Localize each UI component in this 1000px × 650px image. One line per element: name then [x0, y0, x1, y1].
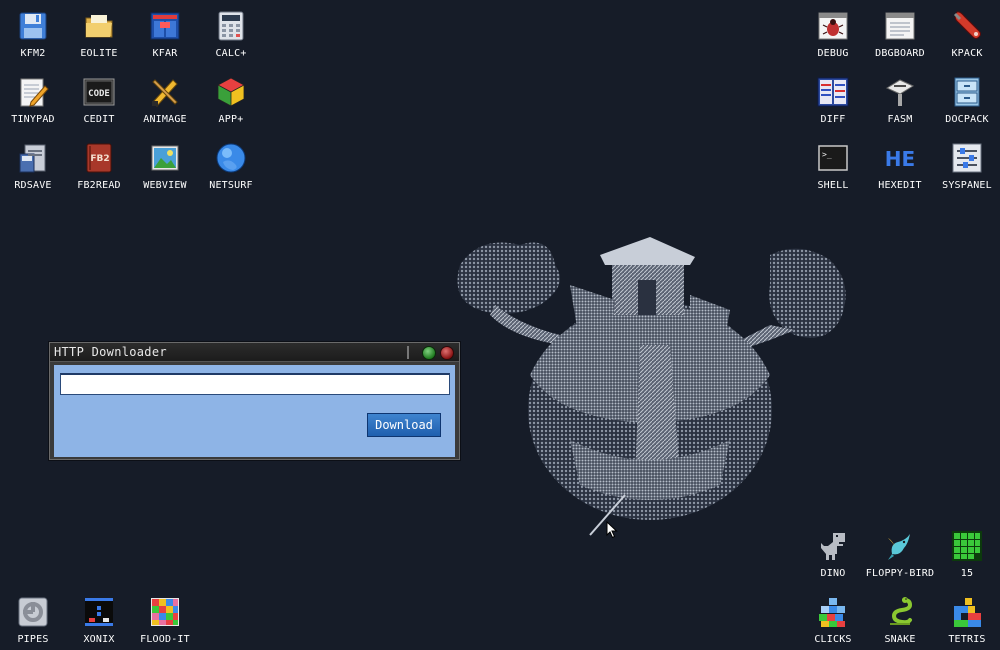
- desktop-icon-15[interactable]: 15: [934, 528, 1000, 590]
- desktop-icon-xonix[interactable]: XONIX: [66, 594, 132, 650]
- paint-tools-icon: [149, 76, 181, 108]
- code-editor-icon: CODE: [83, 76, 115, 108]
- board-window-icon: [884, 10, 916, 42]
- snake-icon: [884, 596, 916, 628]
- desktop-icon-shell[interactable]: >_ SHELL: [800, 140, 866, 202]
- sliders-icon: [951, 142, 983, 174]
- url-input[interactable]: [60, 373, 450, 395]
- green-grid-icon: [951, 530, 983, 562]
- minimize-button[interactable]: [422, 346, 436, 360]
- desktop-icon-syspanel[interactable]: SYSPANEL: [934, 140, 1000, 202]
- book-icon: FB2: [83, 142, 115, 174]
- pipes-icon: [17, 596, 49, 628]
- desktop-icon-animage[interactable]: ANIMAGE: [132, 74, 198, 136]
- folder-icon: [83, 10, 115, 42]
- assembler-icon: [884, 76, 916, 108]
- desktop-icon-dino[interactable]: DINO: [800, 528, 866, 590]
- wrench-icon: [951, 10, 983, 42]
- desktop-icon-kfar[interactable]: KFAR: [132, 8, 198, 70]
- desktop-icon-floppy-bird[interactable]: FLOPPY-BIRD: [866, 528, 934, 590]
- window-titlebar[interactable]: HTTP Downloader: [50, 343, 459, 362]
- desktop-icon-docpack[interactable]: DOCPACK: [934, 74, 1000, 136]
- svg-text:HE: HE: [885, 147, 915, 171]
- desktop-icon-tinypad[interactable]: TINYPAD: [0, 74, 66, 136]
- desktop-icon-tetris[interactable]: TETRIS: [934, 594, 1000, 650]
- desktop-icon-eolite[interactable]: EOLITE: [66, 8, 132, 70]
- desktop-icon-webview[interactable]: WEBVIEW: [132, 140, 198, 202]
- svg-text:FB2: FB2: [90, 154, 109, 164]
- desktop-icon-debug[interactable]: DEBUG: [800, 8, 866, 70]
- desktop-icon-kpack[interactable]: KPACK: [934, 8, 1000, 70]
- xonix-icon: [83, 596, 115, 628]
- tetris-icon: [951, 596, 983, 628]
- desktop-icon-netsurf[interactable]: NETSURF: [198, 140, 264, 202]
- desktop-icon-snake[interactable]: SNAKE: [867, 594, 933, 650]
- desktop-icon-calc[interactable]: CALC+: [198, 8, 264, 70]
- download-button[interactable]: Download: [367, 413, 441, 437]
- desktop-icon-diff[interactable]: DIFF: [800, 74, 866, 136]
- color-blocks-icon: [817, 596, 849, 628]
- desktop-icon-hexedit[interactable]: HE HEXEDIT: [867, 140, 933, 202]
- desktop-icon-clicks[interactable]: CLICKS: [800, 594, 866, 650]
- window-client-area: Download: [54, 365, 455, 457]
- hex-editor-icon: HE: [884, 142, 916, 174]
- web-picture-icon: [149, 142, 181, 174]
- desktop: KFM2 EOLITE KFAR CALC+ TINYPAD CODE CEDI…: [0, 0, 1000, 650]
- window-title: HTTP Downloader: [54, 345, 167, 359]
- close-button[interactable]: [440, 346, 454, 360]
- dinosaur-icon: [817, 530, 849, 562]
- desktop-icon-dbgboard[interactable]: DBGBOARD: [867, 8, 933, 70]
- bug-window-icon: [817, 10, 849, 42]
- terminal-icon: >_: [817, 142, 849, 174]
- desktop-icon-rdsave[interactable]: RDSAVE: [0, 140, 66, 202]
- floppy-disk-icon: [17, 10, 49, 42]
- globe-icon: [215, 142, 247, 174]
- cube-icon: [215, 76, 247, 108]
- http-downloader-window: HTTP Downloader Download: [49, 342, 460, 460]
- wallpaper-treehouse-art: [440, 225, 860, 545]
- desktop-icon-kfm2[interactable]: KFM2: [0, 8, 66, 70]
- diff-grid-icon: [817, 76, 849, 108]
- flood-it-icon: [149, 596, 181, 628]
- archive-manager-icon: [149, 10, 181, 42]
- desktop-icon-fasm[interactable]: FASM: [867, 74, 933, 136]
- desktop-icon-flood-it[interactable]: FLOOD-IT: [132, 594, 198, 650]
- titlebar-separator: [407, 346, 409, 359]
- cabinet-icon: [951, 76, 983, 108]
- svg-text:>_: >_: [822, 150, 832, 159]
- calculator-icon: [215, 10, 247, 42]
- disk-save-icon: [17, 142, 49, 174]
- bird-icon: [884, 530, 916, 562]
- desktop-icon-app-plus[interactable]: APP+: [198, 74, 264, 136]
- notepad-pencil-icon: [17, 76, 49, 108]
- desktop-icon-pipes[interactable]: PIPES: [0, 594, 66, 650]
- mouse-cursor-icon: [606, 521, 618, 539]
- svg-text:CODE: CODE: [88, 89, 110, 99]
- desktop-icon-cedit[interactable]: CODE CEDIT: [66, 74, 132, 136]
- desktop-icon-fb2read[interactable]: FB2 FB2READ: [66, 140, 132, 202]
